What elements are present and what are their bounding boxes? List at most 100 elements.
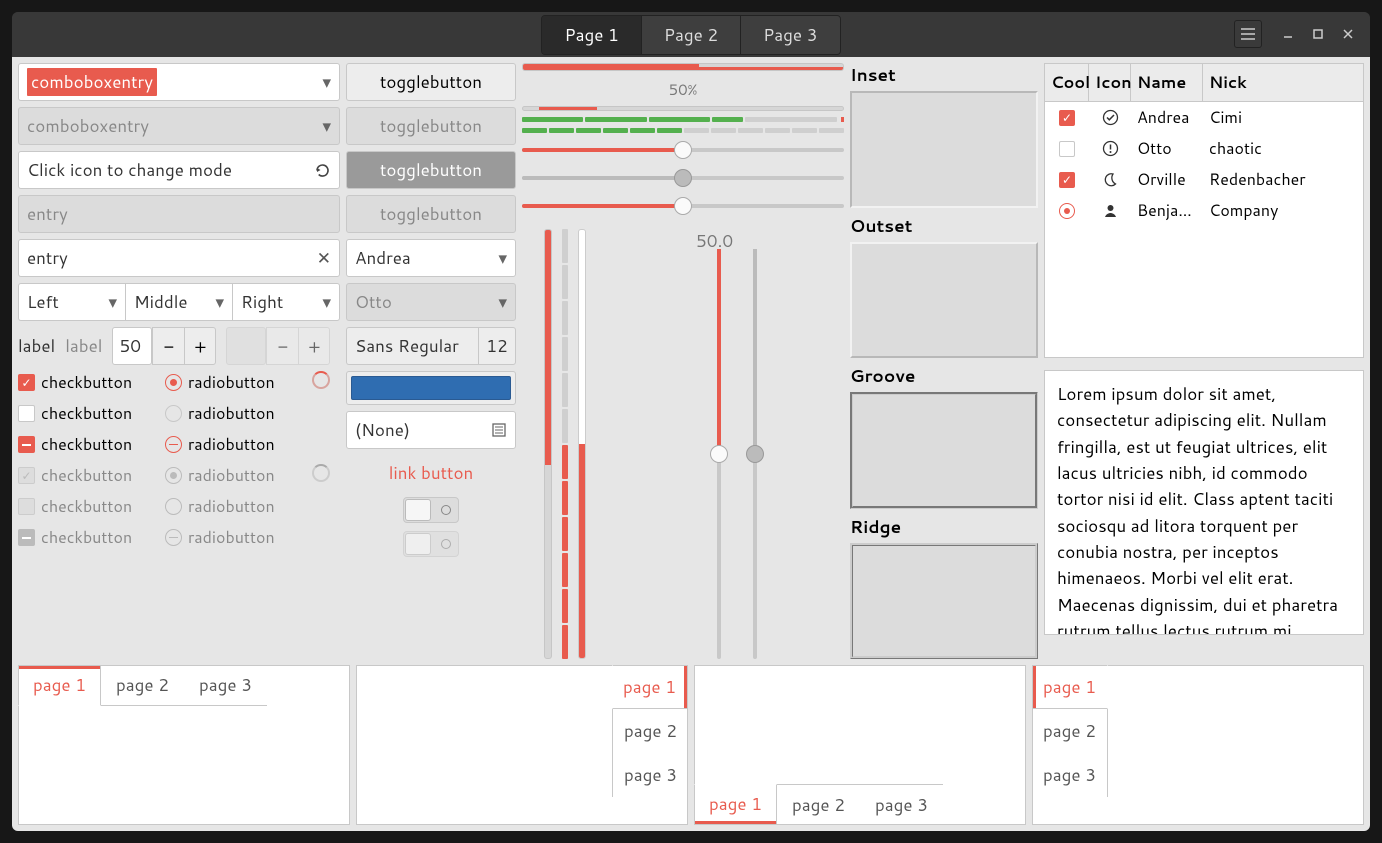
tab-page-3[interactable]: page 3 bbox=[184, 665, 267, 705]
tab-page-1[interactable]: page 1 bbox=[1032, 665, 1108, 709]
color-swatch bbox=[351, 376, 511, 400]
textview[interactable]: Lorem ipsum dolor sit amet, consectetur … bbox=[1044, 370, 1364, 635]
tab-page-3[interactable]: page 3 bbox=[613, 753, 688, 797]
combo-otto-disabled: Otto▾ bbox=[346, 283, 516, 321]
link-button[interactable]: link button bbox=[346, 455, 516, 491]
label: label bbox=[18, 334, 55, 358]
mode-entry[interactable]: Click icon to change mode bbox=[18, 151, 340, 189]
levelbar-discrete bbox=[522, 128, 844, 133]
tab-page-1[interactable]: page 1 bbox=[18, 665, 101, 706]
spinbutton-2-disabled: − + bbox=[226, 327, 330, 365]
treeview[interactable]: Cool Icon Name Nick ✓ Andrea Cimi bbox=[1044, 63, 1364, 358]
alert-circle-icon bbox=[1089, 140, 1131, 157]
tab-page-1[interactable]: page 1 bbox=[612, 665, 688, 709]
spinner-disabled-icon bbox=[312, 464, 330, 482]
color-button[interactable] bbox=[346, 371, 516, 405]
frame-inset bbox=[850, 91, 1038, 208]
checkbutton-unchecked[interactable]: checkbutton bbox=[18, 402, 165, 425]
refresh-icon[interactable] bbox=[314, 162, 331, 179]
notebook-tabs-right: page 1 page 2 page 3 bbox=[356, 665, 688, 825]
checkbutton-checked[interactable]: ✓checkbutton bbox=[18, 371, 165, 394]
label-disabled: label bbox=[65, 334, 102, 358]
file-chooser-button[interactable]: (None) bbox=[346, 411, 516, 449]
checkbutton-disabled-unchecked: checkbutton bbox=[18, 495, 165, 518]
column-cool[interactable]: Cool bbox=[1045, 64, 1089, 101]
tab-page-2[interactable]: page 2 bbox=[777, 785, 860, 825]
window-maximize-button[interactable] bbox=[1304, 20, 1332, 48]
tab-page-2[interactable]: page 2 bbox=[613, 709, 688, 753]
spinbutton-1[interactable]: 50 − + bbox=[112, 327, 216, 365]
hamburger-menu-button[interactable] bbox=[1234, 20, 1262, 48]
titlebar: Page 1 Page 2 Page 3 bbox=[12, 12, 1370, 57]
switch-off[interactable] bbox=[403, 497, 459, 523]
chevron-down-icon: ▾ bbox=[322, 70, 331, 94]
progressbar-1 bbox=[522, 63, 844, 71]
table-row[interactable]: ✓ Andrea Cimi bbox=[1045, 102, 1363, 133]
comboboxentry-1[interactable]: comboboxentry ▾ bbox=[18, 63, 340, 101]
column-name[interactable]: Name bbox=[1131, 64, 1203, 101]
window-close-button[interactable] bbox=[1334, 20, 1362, 48]
check-circle-icon bbox=[1089, 109, 1131, 126]
header-tab-2[interactable]: Page 2 bbox=[642, 16, 741, 54]
radiobutton-disabled-unchecked: radiobutton bbox=[165, 495, 312, 518]
progress-caption: 50% bbox=[522, 79, 844, 100]
frame-inset-label: Inset bbox=[850, 63, 1038, 87]
spin-plus-button[interactable]: + bbox=[184, 327, 216, 365]
scale-vertical-1[interactable] bbox=[708, 249, 730, 659]
levelbar-continuous bbox=[522, 117, 844, 122]
radiobutton-mixed[interactable]: radiobutton bbox=[165, 433, 312, 456]
window-minimize-button[interactable] bbox=[1274, 20, 1302, 48]
progressbar-indeterminate bbox=[522, 106, 844, 111]
header-tab-1[interactable]: Page 1 bbox=[542, 16, 641, 54]
check-radio-grid: ✓checkbutton radiobutton checkbutton rad… bbox=[18, 371, 340, 549]
radiobutton-disabled-mixed: radiobutton bbox=[165, 526, 312, 549]
combo-middle[interactable]: Middle▾ bbox=[125, 283, 232, 321]
moon-icon bbox=[1089, 171, 1131, 188]
checkbutton-mixed[interactable]: checkbutton bbox=[18, 433, 165, 456]
radiobutton-checked[interactable]: radiobutton bbox=[165, 371, 312, 394]
table-row[interactable]: Otto chaotic bbox=[1045, 133, 1363, 164]
combo-selection: comboboxentry bbox=[27, 68, 157, 96]
header-tab-3[interactable]: Page 3 bbox=[741, 16, 839, 54]
tab-page-2[interactable]: page 2 bbox=[101, 665, 184, 705]
switch-off-disabled bbox=[403, 531, 459, 557]
frame-ridge bbox=[850, 543, 1038, 660]
notebook-tabs-top: page 1 page 2 page 3 bbox=[18, 665, 350, 825]
combo-left[interactable]: Left▾ bbox=[18, 283, 125, 321]
column-nick[interactable]: Nick bbox=[1203, 64, 1363, 101]
togglebutton-active[interactable]: togglebutton bbox=[346, 151, 516, 189]
scale-horizontal-marks[interactable] bbox=[522, 195, 844, 217]
tab-page-3[interactable]: page 3 bbox=[860, 785, 943, 825]
document-icon bbox=[491, 422, 507, 438]
column-icon[interactable]: Icon bbox=[1089, 64, 1131, 101]
tab-page-1[interactable]: page 1 bbox=[694, 784, 777, 825]
linked-combos: Left▾ Middle▾ Right▾ bbox=[18, 283, 340, 321]
notebook-tabs-bottom: page 1 page 2 page 3 bbox=[694, 665, 1026, 825]
combo-right[interactable]: Right▾ bbox=[232, 283, 340, 321]
togglebutton-normal[interactable]: togglebutton bbox=[346, 63, 516, 101]
spinner-icon bbox=[312, 371, 330, 389]
frame-groove-label: Groove bbox=[850, 364, 1038, 388]
spin-minus-button[interactable]: − bbox=[152, 327, 184, 365]
entry-clearable[interactable]: entry ✕ bbox=[18, 239, 340, 277]
radiobutton-unchecked[interactable]: radiobutton bbox=[165, 402, 312, 425]
scale-horizontal-1[interactable] bbox=[522, 139, 844, 161]
comboboxentry-2-disabled: comboboxentry ▾ bbox=[18, 107, 340, 145]
tab-page-2[interactable]: page 2 bbox=[1032, 709, 1107, 753]
checkbutton-disabled-mixed: checkbutton bbox=[18, 526, 165, 549]
frame-groove bbox=[850, 392, 1038, 509]
frame-ridge-label: Ridge bbox=[850, 515, 1038, 539]
header-stack-switcher: Page 1 Page 2 Page 3 bbox=[541, 15, 840, 55]
frame-outset-label: Outset bbox=[850, 214, 1038, 238]
clear-icon[interactable]: ✕ bbox=[317, 246, 331, 270]
user-icon bbox=[1089, 202, 1131, 219]
radiobutton-disabled-checked: radiobutton bbox=[165, 464, 312, 487]
combo-andrea[interactable]: Andrea▾ bbox=[346, 239, 516, 277]
table-row[interactable]: ✓ Orville Redenbacher bbox=[1045, 164, 1363, 195]
tab-page-3[interactable]: page 3 bbox=[1032, 753, 1107, 797]
table-row[interactable]: Benja… Company bbox=[1045, 195, 1363, 226]
scale-horizontal-disabled bbox=[522, 167, 844, 189]
chevron-down-icon: ▾ bbox=[322, 114, 331, 138]
font-button[interactable]: Sans Regular 12 bbox=[346, 327, 516, 365]
scale-vertical-disabled bbox=[744, 249, 766, 659]
